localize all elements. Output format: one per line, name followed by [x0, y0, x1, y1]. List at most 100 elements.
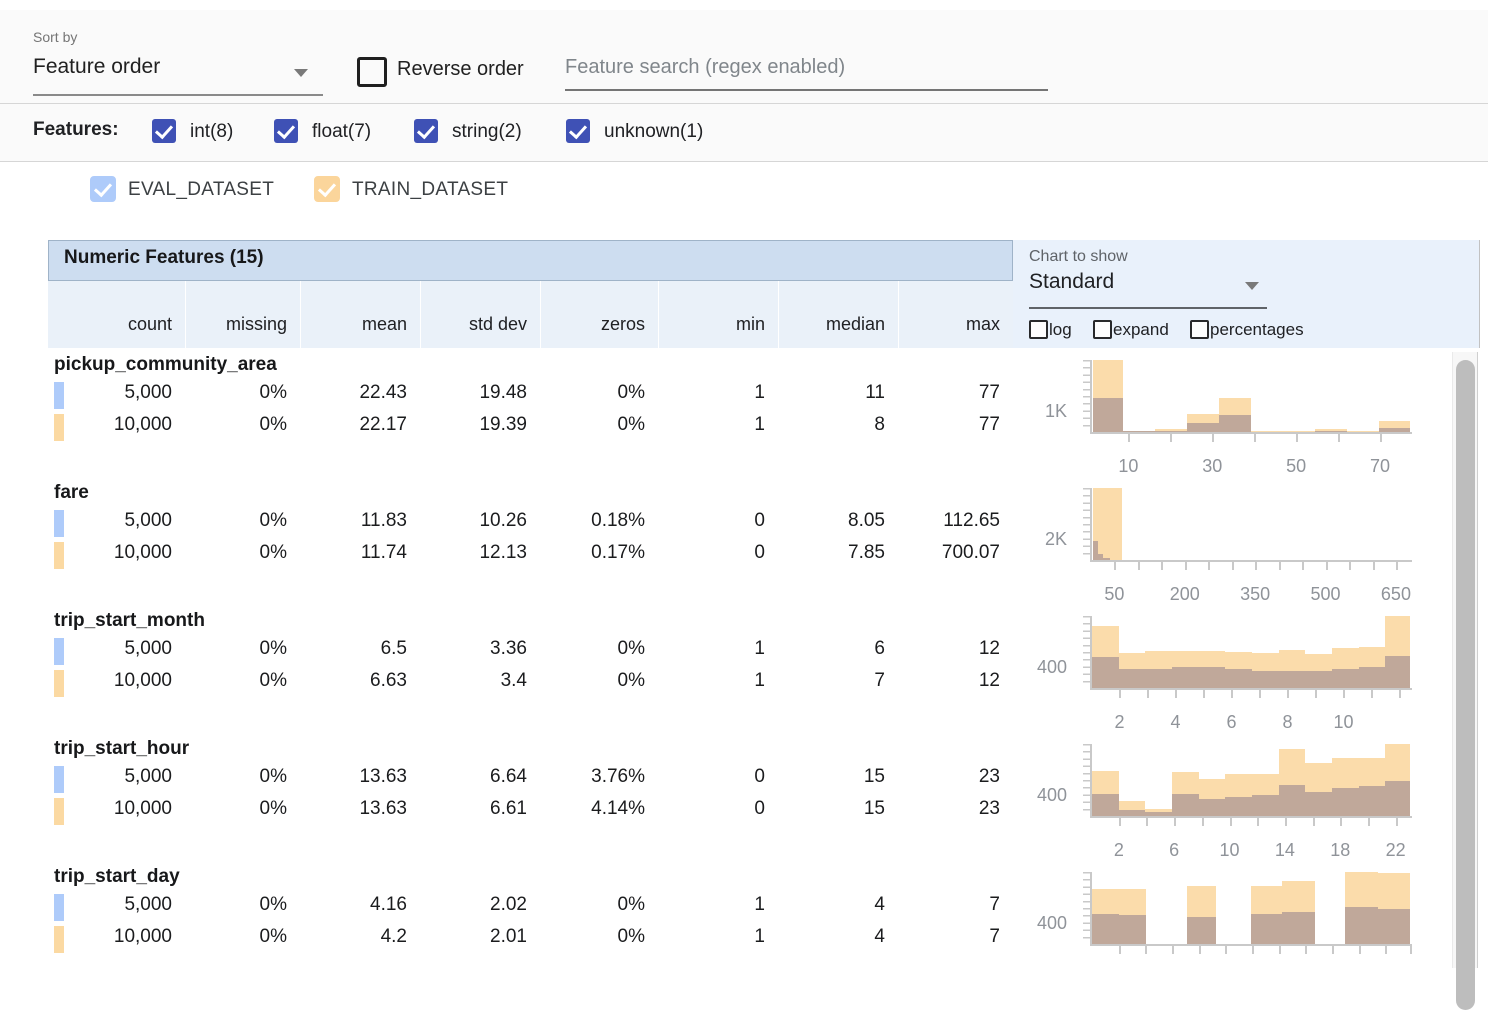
stat-value: 112.65	[898, 510, 1000, 532]
stat-value: 0%	[185, 414, 287, 436]
x-axis-tick	[1175, 690, 1177, 698]
stat-value: 0	[658, 766, 765, 788]
chevron-down-icon[interactable]	[294, 69, 308, 77]
eval-stats-row: 5,0000%4.162.020%147	[48, 892, 1013, 922]
stat-value: 3.76%	[540, 766, 645, 788]
stat-value: 5,000	[48, 382, 172, 404]
column-header: mean	[300, 281, 420, 348]
x-axis-tick	[1368, 818, 1370, 826]
dataset-label: EVAL_DATASET	[128, 179, 274, 201]
x-axis-tick	[1161, 562, 1163, 570]
eval-histogram-bar	[1279, 785, 1306, 816]
chart-option-checkbox[interactable]	[1093, 320, 1112, 339]
reverse-order-checkbox[interactable]	[357, 57, 387, 87]
x-axis-tick	[1202, 818, 1204, 826]
eval-histogram-bar	[1187, 917, 1216, 944]
x-axis-tick	[1373, 562, 1375, 570]
x-axis-tick-label: 10	[1311, 712, 1375, 733]
x-axis-tick-label: 500	[1294, 584, 1358, 605]
x-axis-tick	[1170, 434, 1172, 442]
stat-value: 19.39	[420, 414, 527, 436]
column-header: missing	[185, 281, 300, 348]
stat-value: 2.02	[420, 894, 527, 916]
eval-histogram-bar	[1279, 671, 1306, 688]
feature-histogram: 103050701K	[1043, 352, 1453, 480]
x-axis-tick-label: 50	[1082, 584, 1146, 605]
x-axis-tick	[1119, 818, 1121, 826]
x-axis-tick	[1285, 818, 1287, 826]
eval-stats-row: 5,0000%6.53.360%1612	[48, 636, 1013, 666]
x-axis-tick	[1172, 946, 1174, 954]
x-axis-tick	[1259, 690, 1261, 698]
column-header: max	[898, 281, 1013, 348]
x-axis-line	[1090, 688, 1412, 690]
x-axis-tick	[1399, 690, 1401, 698]
feature-type-checkbox[interactable]	[152, 119, 176, 143]
x-axis-tick	[1212, 434, 1214, 442]
x-axis-tick	[1287, 690, 1289, 698]
chevron-down-icon[interactable]	[1245, 282, 1259, 290]
eval-histogram-bar	[1092, 657, 1119, 688]
divider	[0, 161, 1488, 162]
stat-value: 0%	[185, 382, 287, 404]
stat-value: 6.5	[300, 638, 407, 660]
eval-histogram-bar	[1332, 788, 1359, 816]
eval-histogram-bar	[1332, 669, 1359, 688]
stat-value: 0%	[185, 766, 287, 788]
x-axis-tick	[1119, 690, 1121, 698]
train-stats-row: 10,0000%6.633.40%1712	[48, 668, 1013, 698]
x-axis-tick	[1396, 818, 1398, 826]
stat-value: 2.01	[420, 926, 527, 948]
eval-histogram-bar	[1092, 794, 1119, 816]
x-axis-line	[1090, 816, 1412, 818]
column-header: median	[778, 281, 898, 348]
stat-value: 7	[898, 894, 1000, 916]
chart-option-checkbox[interactable]	[1029, 320, 1048, 339]
chart-option-checkbox[interactable]	[1190, 320, 1209, 339]
dataset-checkbox[interactable]	[314, 176, 340, 202]
feature-histogram: 502003505006502K	[1043, 480, 1453, 608]
x-axis-tick	[1326, 562, 1328, 570]
x-axis-tick	[1146, 818, 1148, 826]
x-axis-tick	[1343, 690, 1345, 698]
feature-type-checkbox[interactable]	[274, 119, 298, 143]
stat-value: 11.74	[300, 542, 407, 564]
stat-value: 0.17%	[540, 542, 645, 564]
stat-value: 10,000	[48, 798, 172, 820]
sort-by-select[interactable]: Feature order	[33, 55, 160, 79]
column-header: count	[48, 281, 185, 348]
feature-search-input[interactable]	[565, 52, 1048, 91]
stat-value: 0	[658, 798, 765, 820]
x-axis-tick	[1340, 818, 1342, 826]
stat-value: 7	[778, 670, 885, 692]
chart-type-select[interactable]: Standard	[1029, 270, 1114, 294]
eval-histogram-bar	[1359, 786, 1386, 816]
stat-value: 0%	[540, 414, 645, 436]
eval-histogram-bar	[1172, 667, 1199, 688]
x-axis-tick	[1147, 690, 1149, 698]
x-axis-tick	[1208, 562, 1210, 570]
eval-histogram-bar	[1385, 656, 1410, 688]
eval-histogram-bar	[1119, 669, 1146, 688]
stat-value: 7	[898, 926, 1000, 948]
eval-histogram-bar	[1251, 914, 1282, 944]
stat-value: 15	[778, 798, 885, 820]
eval-histogram-bar	[1252, 795, 1279, 816]
stat-value: 0%	[185, 798, 287, 820]
chart-to-show-label: Chart to show	[1029, 248, 1128, 266]
feature-type-checkbox[interactable]	[414, 119, 438, 143]
eval-histogram-bar	[1378, 909, 1410, 944]
scrollbar-thumb[interactable]	[1456, 360, 1475, 1010]
feature-type-checkbox[interactable]	[566, 119, 590, 143]
stat-value: 10,000	[48, 542, 172, 564]
x-axis-tick	[1185, 562, 1187, 570]
stat-value: 5,000	[48, 894, 172, 916]
stat-value: 5,000	[48, 766, 172, 788]
histogram-plot: 502003505006502K	[1091, 488, 1411, 560]
x-axis-tick-label: 10	[1096, 456, 1160, 477]
divider	[0, 103, 1488, 104]
dataset-checkbox[interactable]	[90, 176, 116, 202]
x-axis-tick	[1410, 946, 1412, 954]
eval-histogram-bar	[1199, 799, 1226, 816]
x-axis-tick	[1371, 690, 1373, 698]
